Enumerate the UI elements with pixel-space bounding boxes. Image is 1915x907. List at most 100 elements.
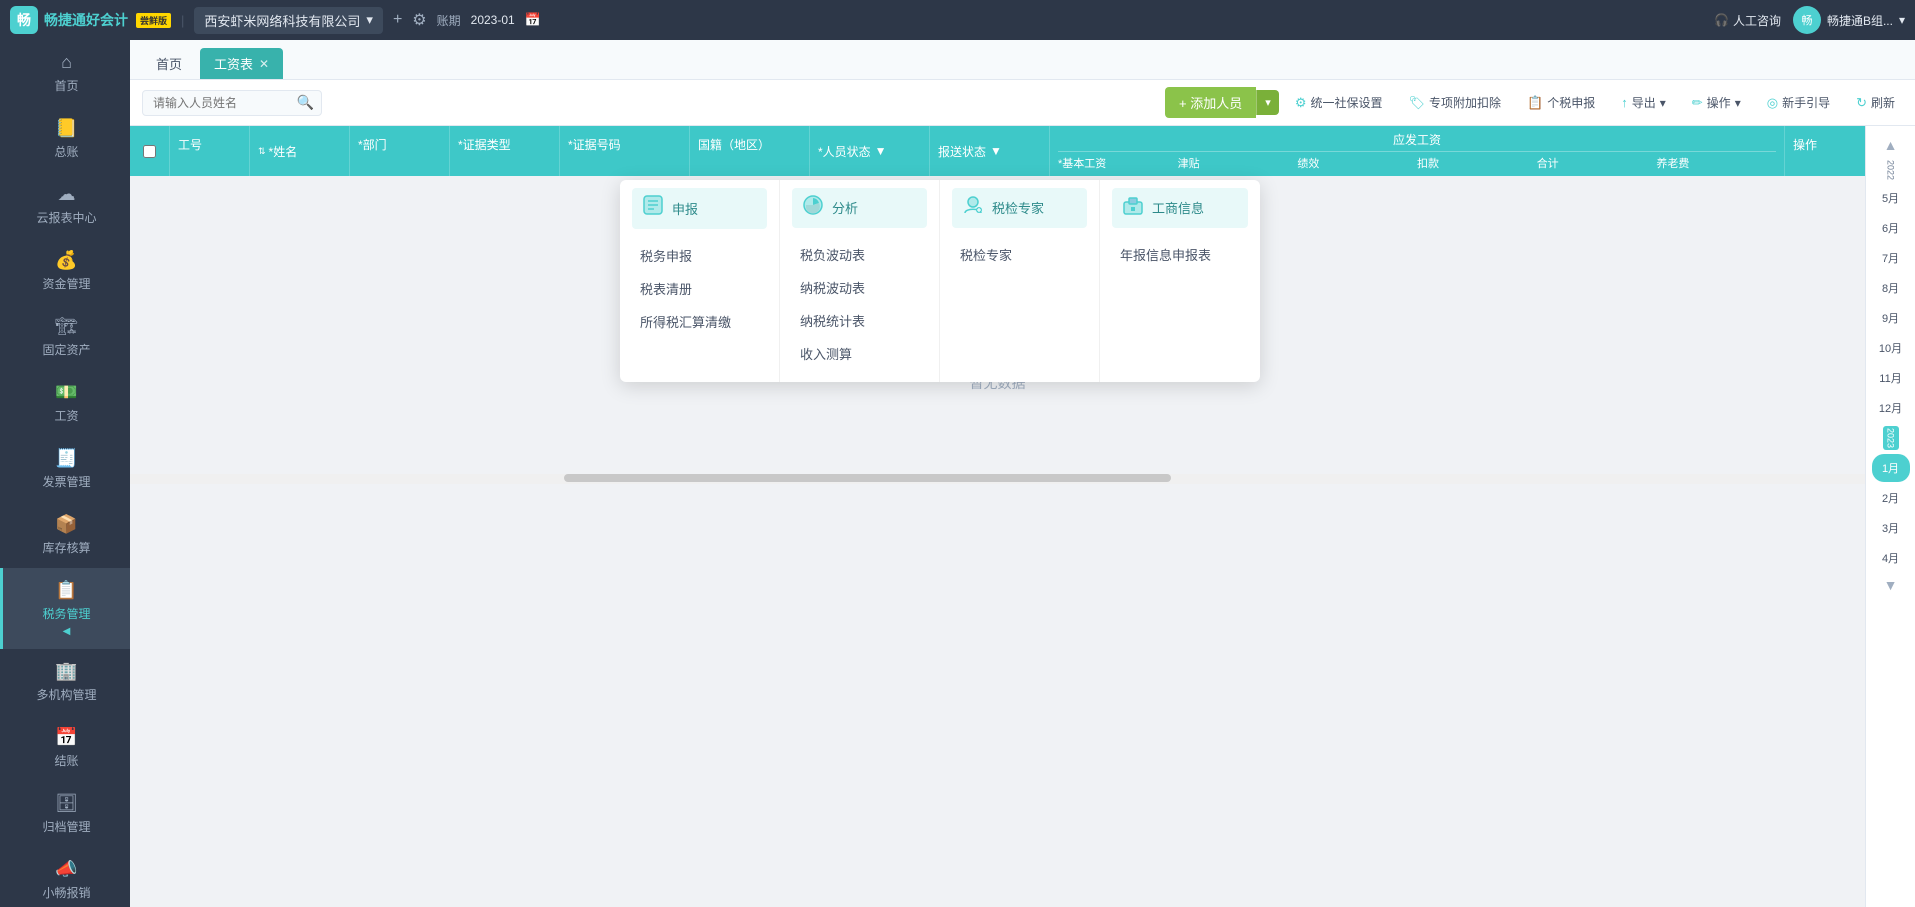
sidebar-item-invoice[interactable]: 🧾 发票管理 — [0, 436, 130, 502]
export-dropdown-icon: ▾ — [1660, 96, 1666, 110]
th-send: 报送状态 ▼ — [930, 126, 1050, 176]
user-area[interactable]: 畅 畅捷通B组... ▾ — [1793, 6, 1905, 34]
select-all-checkbox[interactable] — [143, 145, 156, 158]
guide-button[interactable]: ◎ 新手引导 — [1759, 90, 1838, 115]
dropdown-item-income-tax[interactable]: 所得税汇算清缴 — [636, 305, 763, 338]
company-selector[interactable]: 西安虾米网络科技有限公司 ▾ — [194, 7, 383, 34]
sidebar-item-period-end[interactable]: 📅 结账 — [0, 715, 130, 781]
content-area: 首页 工资表 ✕ 🔍 + 添加人员 ▾ ⚙ — [130, 40, 1915, 907]
cal-month-9[interactable]: 9月 — [1872, 304, 1910, 332]
export-button[interactable]: ↑ 导出 ▾ — [1613, 90, 1674, 115]
dropdown-item-tax-fluctuation[interactable]: 税负波动表 — [796, 238, 923, 271]
search-icon: 🔍 — [297, 94, 314, 111]
add-company-icon[interactable]: + — [393, 11, 402, 29]
cal-month-5[interactable]: 5月 — [1872, 184, 1910, 212]
calendar-icon[interactable]: 📅 — [525, 12, 541, 28]
add-person-button[interactable]: + 添加人员 — [1165, 87, 1256, 118]
sidebar-item-salary[interactable]: 💵 工资 — [0, 370, 130, 436]
dropdown-section: 申报 税务申报 税表清册 所得税汇算清缴 — [620, 180, 1260, 382]
operations-button[interactable]: ✏ 操作 ▾ — [1684, 90, 1749, 115]
salary-group-label: 应发工资 — [1058, 131, 1776, 152]
dropdown-item-tax-check[interactable]: 税检专家 — [956, 238, 1083, 271]
th-checkbox[interactable] — [130, 126, 170, 176]
search-input[interactable] — [142, 90, 322, 116]
cal-nav-down[interactable]: ▼ — [1876, 574, 1906, 596]
th-performance: 绩效 — [1297, 155, 1417, 171]
current-year-label: 2023 — [1883, 426, 1899, 450]
cal-nav-up[interactable]: ▲ — [1876, 134, 1906, 156]
cal-month-1[interactable]: 1月 — [1872, 454, 1910, 482]
personal-tax-button[interactable]: 📋 个税申报 — [1519, 90, 1603, 115]
cal-month-8[interactable]: 8月 — [1872, 274, 1910, 302]
sidebar-item-fixed-assets[interactable]: 🏗 固定资产 — [0, 304, 130, 370]
cal-month-11[interactable]: 11月 — [1872, 364, 1910, 392]
app-name: 畅捷通好会计 — [44, 10, 128, 30]
sidebar-label-multi-org: 多机构管理 — [36, 686, 96, 703]
dropdown-col-analysis: 分析 税负波动表 纳税波动表 纳税统计表 收入测算 — [780, 180, 940, 382]
support-button[interactable]: 🎧 人工咨询 — [1714, 12, 1781, 29]
th-id: 工号 — [170, 126, 250, 176]
th-nation: 国籍（地区） — [690, 126, 810, 176]
dropdown-item-annual-report[interactable]: 年报信息申报表 — [1116, 238, 1244, 271]
sidebar-item-multi-org[interactable]: 🏢 多机构管理 — [0, 649, 130, 715]
tab-salary[interactable]: 工资表 ✕ — [200, 48, 283, 79]
sidebar-label-period-end: 结账 — [54, 752, 78, 769]
dropdown-item-income-estimate[interactable]: 收入测算 — [796, 337, 923, 370]
declaration-icon — [642, 194, 664, 222]
fund-icon: 💰 — [55, 250, 77, 271]
send-filter-icon[interactable]: ▼ — [990, 144, 1002, 158]
th-name: ⇅*姓名 — [250, 126, 350, 176]
cal-month-10[interactable]: 10月 — [1872, 334, 1910, 362]
sidebar-item-ledger[interactable]: 📒 总账 — [0, 106, 130, 172]
tab-home[interactable]: 首页 — [142, 48, 196, 79]
sidebar-item-fund[interactable]: 💰 资金管理 — [0, 238, 130, 304]
th-deduction: 扣款 — [1417, 155, 1537, 171]
sidebar-label-archive: 归档管理 — [42, 818, 90, 835]
cal-month-7[interactable]: 7月 — [1872, 244, 1910, 272]
th-dept: *部门 — [350, 126, 450, 176]
dropdown-item-tax-declaration[interactable]: 税务申报 — [636, 239, 763, 272]
sidebar-label-cloud-report: 云报表中心 — [36, 209, 96, 226]
tab-home-label: 首页 — [156, 57, 182, 72]
horizontal-scrollbar[interactable] — [130, 474, 1865, 484]
dropdown-col-header-analysis: 分析 — [792, 188, 927, 228]
tab-close-icon[interactable]: ✕ — [259, 57, 269, 71]
sidebar-collapse-icon: ◀ — [63, 626, 71, 637]
cal-month-4[interactable]: 4月 — [1872, 544, 1910, 572]
fixed-assets-icon: 🏗 — [55, 316, 78, 337]
add-person-dropdown-button[interactable]: ▾ — [1256, 90, 1279, 115]
tab-salary-label: 工资表 — [214, 54, 253, 73]
dropdown-item-tax-stats[interactable]: 纳税统计表 — [796, 304, 923, 337]
refresh-button[interactable]: ↻ 刷新 — [1848, 90, 1903, 115]
cal-month-3[interactable]: 3月 — [1872, 514, 1910, 542]
dropdown-col-declaration: 申报 税务申报 税表清册 所得税汇算清缴 — [620, 180, 780, 382]
dropdown-menu[interactable]: 申报 税务申报 税表清册 所得税汇算清缴 — [620, 180, 1260, 382]
cal-month-12[interactable]: 12月 — [1872, 394, 1910, 422]
cal-month-2[interactable]: 2月 — [1872, 484, 1910, 512]
user-dropdown-icon: ▾ — [1899, 13, 1905, 27]
status-filter-icon[interactable]: ▼ — [875, 144, 887, 158]
scrollbar-thumb[interactable] — [564, 474, 1171, 482]
sidebar-label-ledger: 总账 — [54, 143, 78, 160]
special-deduction-button[interactable]: 🏷 专项附加扣除 — [1400, 90, 1509, 115]
search-wrap: 🔍 — [142, 90, 322, 116]
settings-icon[interactable]: ⚙ — [412, 10, 426, 30]
sidebar-item-cloud-report[interactable]: ☁ 云报表中心 — [0, 172, 130, 238]
cal-month-6[interactable]: 6月 — [1872, 214, 1910, 242]
social-insurance-button[interactable]: ⚙ 统一社保设置 — [1287, 90, 1391, 115]
dropdown-item-tax-table[interactable]: 税表清册 — [636, 272, 763, 305]
sidebar-item-archive[interactable]: 🗄 归档管理 — [0, 781, 130, 847]
sidebar-label-inventory: 库存核算 — [42, 539, 90, 556]
dropdown-col-header-tax-expert: 税检专家 — [952, 188, 1087, 228]
sidebar-label-salary: 工资 — [54, 407, 78, 424]
period-value: 2023-01 — [471, 13, 515, 27]
th-total: 合计 — [1537, 155, 1657, 171]
sidebar-item-inventory[interactable]: 📦 库存核算 — [0, 502, 130, 568]
sidebar: ⌂ 首页 📒 总账 ☁ 云报表中心 💰 资金管理 🏗 固定资产 💵 工资 🧾 发… — [0, 40, 130, 907]
sidebar-item-tax[interactable]: 📋 税务管理 ◀ — [0, 568, 130, 649]
sidebar-item-promo[interactable]: 📣 小畅报销 — [0, 847, 130, 907]
sidebar-item-home[interactable]: ⌂ 首页 — [0, 40, 130, 106]
top-right: 🎧 人工咨询 畅 畅捷通B组... ▾ — [1714, 6, 1905, 34]
sidebar-label-invoice: 发票管理 — [42, 473, 90, 490]
dropdown-item-tax-payment[interactable]: 纳税波动表 — [796, 271, 923, 304]
